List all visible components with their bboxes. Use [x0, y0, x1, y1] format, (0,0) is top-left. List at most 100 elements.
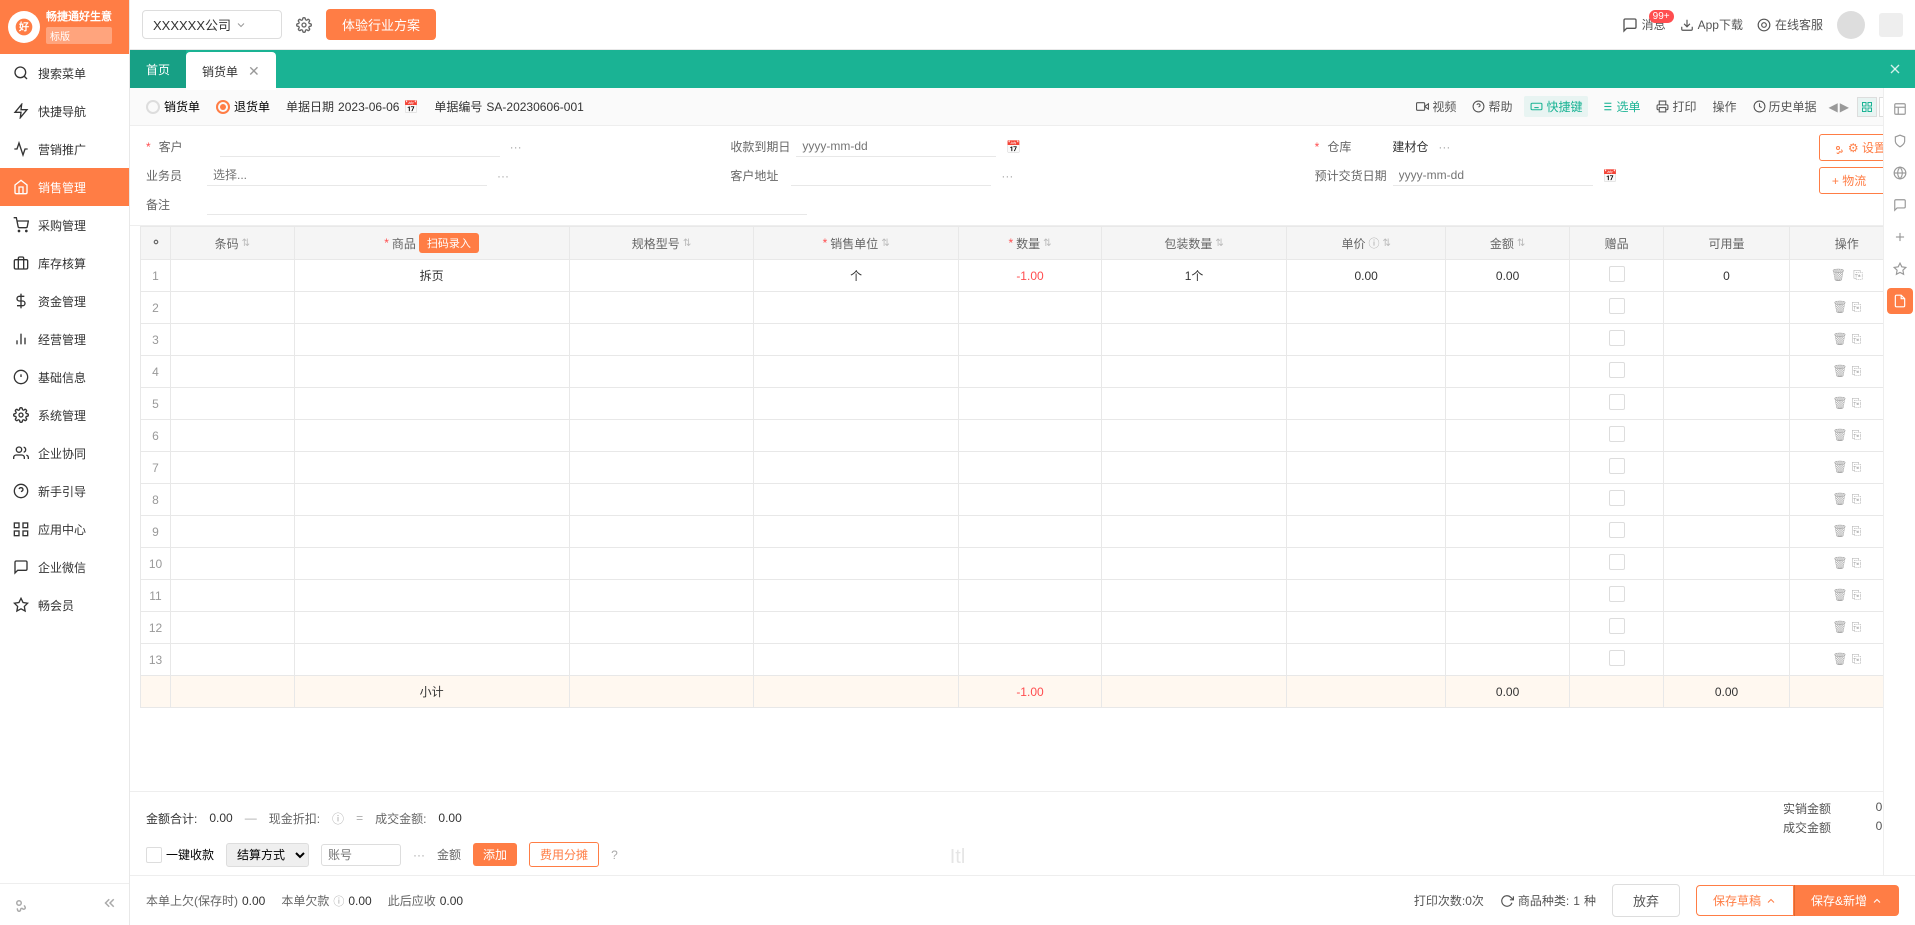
add-button[interactable]: 添加 — [473, 843, 517, 866]
row-price[interactable]: 0.00 — [1286, 260, 1445, 292]
copy-row-icon[interactable]: ⎘ — [1853, 268, 1863, 282]
delete-row-icon[interactable]: 🗑 — [1832, 332, 1847, 346]
radio-return[interactable]: 退货单 — [216, 98, 270, 115]
discount-info-icon[interactable]: ⓘ — [332, 810, 344, 827]
delete-row-icon[interactable]: 🗑 — [1832, 300, 1847, 314]
sidebar-item-member[interactable]: 畅会员 — [0, 586, 129, 624]
panel-icon-5[interactable] — [1887, 224, 1913, 250]
sidebar-item-beginner[interactable]: 新手引导 — [0, 472, 129, 510]
history-button[interactable]: 历史单据 — [1749, 96, 1821, 117]
remarks-input[interactable] — [207, 194, 807, 215]
panel-icon-3[interactable] — [1887, 160, 1913, 186]
delete-row-icon[interactable]: 🗑 — [1831, 268, 1846, 282]
copy-row-icon[interactable]: ⎘ — [1852, 492, 1862, 506]
expense-split-button[interactable]: 费用分摊 — [529, 842, 599, 867]
delete-row-icon[interactable]: 🗑 — [1832, 620, 1847, 634]
delete-row-icon[interactable]: 🗑 — [1832, 652, 1847, 666]
choose-button[interactable]: 选单 — [1596, 96, 1644, 117]
copy-row-icon[interactable]: ⎘ — [1852, 300, 1862, 314]
one-click-pay-check[interactable] — [146, 847, 162, 863]
footer-help-icon[interactable]: ? — [611, 848, 618, 862]
actions-button[interactable]: 操作 — [1709, 96, 1741, 117]
delete-row-icon[interactable]: 🗑 — [1832, 364, 1847, 378]
customer-addr-input[interactable] — [791, 165, 991, 186]
customer-input[interactable] — [220, 136, 500, 157]
customer-addr-dots[interactable]: ··· — [1001, 169, 1013, 183]
copy-row-icon[interactable]: ⎘ — [1852, 588, 1862, 602]
salesperson-dots[interactable]: ··· — [497, 169, 509, 183]
delete-row-icon[interactable]: 🗑 — [1832, 588, 1847, 602]
account-dots[interactable]: ··· — [413, 848, 425, 862]
prev-arrow[interactable]: ◀ — [1829, 100, 1838, 114]
panel-icon-7[interactable] — [1887, 288, 1913, 314]
app-download-button[interactable]: App下载 — [1680, 16, 1743, 33]
one-click-pay-checkbox[interactable]: 一键收款 — [146, 846, 214, 863]
panel-icon-1[interactable] — [1887, 96, 1913, 122]
tab-close-icon[interactable]: ✕ — [248, 63, 260, 80]
sidebar-item-app-center[interactable]: 应用中心 — [0, 510, 129, 548]
user-menu-icon[interactable] — [1879, 13, 1903, 37]
sidebar-item-capital[interactable]: 资金管理 — [0, 282, 129, 320]
sidebar-item-basic-info[interactable]: 基础信息 — [0, 358, 129, 396]
video-button[interactable]: 视频 — [1412, 96, 1460, 117]
salesperson-input[interactable] — [207, 165, 487, 186]
radio-sales[interactable]: 销货单 — [146, 98, 200, 115]
help-button[interactable]: 帮助 — [1468, 96, 1516, 117]
copy-row-icon[interactable]: ⎘ — [1852, 460, 1862, 474]
panel-icon-6[interactable] — [1887, 256, 1913, 282]
shortcuts-button[interactable]: 快捷键 — [1524, 96, 1588, 117]
price-info-icon[interactable]: ⓘ — [1368, 235, 1379, 251]
copy-row-icon[interactable]: ⎘ — [1852, 396, 1862, 410]
copy-row-icon[interactable]: ⎘ — [1852, 652, 1862, 666]
sidebar-item-ops[interactable]: 经营管理 — [0, 320, 129, 358]
message-button[interactable]: 消息 99+ — [1622, 16, 1666, 33]
panel-icon-2[interactable] — [1887, 128, 1913, 154]
grid-view-btn[interactable] — [1857, 97, 1877, 117]
copy-row-icon[interactable]: ⎘ — [1852, 364, 1862, 378]
sidebar-item-wecom[interactable]: 企业微信 — [0, 548, 129, 586]
payment-due-calendar-icon[interactable]: 📅 — [1006, 140, 1021, 154]
row-barcode[interactable] — [171, 260, 295, 292]
sidebar-item-quick-nav[interactable]: 快捷导航 — [0, 92, 129, 130]
save-draft-button[interactable]: 保存草稿 — [1696, 885, 1794, 916]
scan-barcode-button[interactable]: 扫码录入 — [419, 233, 479, 253]
copy-row-icon[interactable]: ⎘ — [1852, 620, 1862, 634]
print-button[interactable]: 打印 — [1652, 96, 1700, 117]
company-select[interactable]: XXXXXX公司 — [142, 10, 282, 39]
customer-dots[interactable]: ··· — [510, 140, 522, 154]
sidebar-item-inventory[interactable]: 库存核算 — [0, 244, 129, 282]
account-input[interactable] — [321, 844, 401, 866]
copy-row-icon[interactable]: ⎘ — [1852, 332, 1862, 346]
panel-icon-4[interactable] — [1887, 192, 1913, 218]
expected-date-calendar-icon[interactable]: 📅 — [1603, 169, 1618, 183]
warehouse-dots[interactable]: ··· — [1438, 140, 1450, 154]
delete-row-icon[interactable]: 🗑 — [1832, 492, 1847, 506]
collapse-icon[interactable] — [101, 894, 119, 915]
calendar-icon[interactable]: 📅 — [403, 100, 418, 114]
payment-due-input[interactable] — [796, 136, 996, 157]
th-settings[interactable] — [141, 227, 171, 260]
abandon-button[interactable]: 放弃 — [1612, 884, 1680, 917]
copy-row-icon[interactable]: ⎘ — [1852, 556, 1862, 570]
next-arrow[interactable]: ▶ — [1840, 100, 1849, 114]
delete-row-icon[interactable]: 🗑 — [1832, 428, 1847, 442]
delete-row-icon[interactable]: 🗑 — [1832, 524, 1847, 538]
delete-row-icon[interactable]: 🗑 — [1832, 396, 1847, 410]
overdue-info-icon[interactable]: ⓘ — [333, 893, 344, 909]
online-service-button[interactable]: 在线客服 — [1757, 16, 1823, 33]
delete-row-icon[interactable]: 🗑 — [1832, 460, 1847, 474]
row-spec[interactable] — [569, 260, 754, 292]
sidebar-item-search-order[interactable]: 搜索菜单 — [0, 54, 129, 92]
settings-icon[interactable] — [10, 894, 28, 915]
header-gear-button[interactable] — [290, 11, 318, 39]
trial-button[interactable]: 体验行业方案 — [326, 9, 436, 40]
calc-method-select[interactable]: 结算方式 — [226, 843, 309, 867]
save-new-button[interactable]: 保存&新增 — [1794, 885, 1899, 916]
sidebar-item-enterprise[interactable]: 企业协同 — [0, 434, 129, 472]
tab-sales-order[interactable]: 销货单 ✕ — [186, 52, 276, 90]
expected-date-input[interactable] — [1393, 165, 1593, 186]
row-qty[interactable]: -1.00 — [958, 260, 1101, 292]
gift-checkbox[interactable] — [1609, 266, 1625, 282]
copy-row-icon[interactable]: ⎘ — [1852, 428, 1862, 442]
copy-row-icon[interactable]: ⎘ — [1852, 524, 1862, 538]
